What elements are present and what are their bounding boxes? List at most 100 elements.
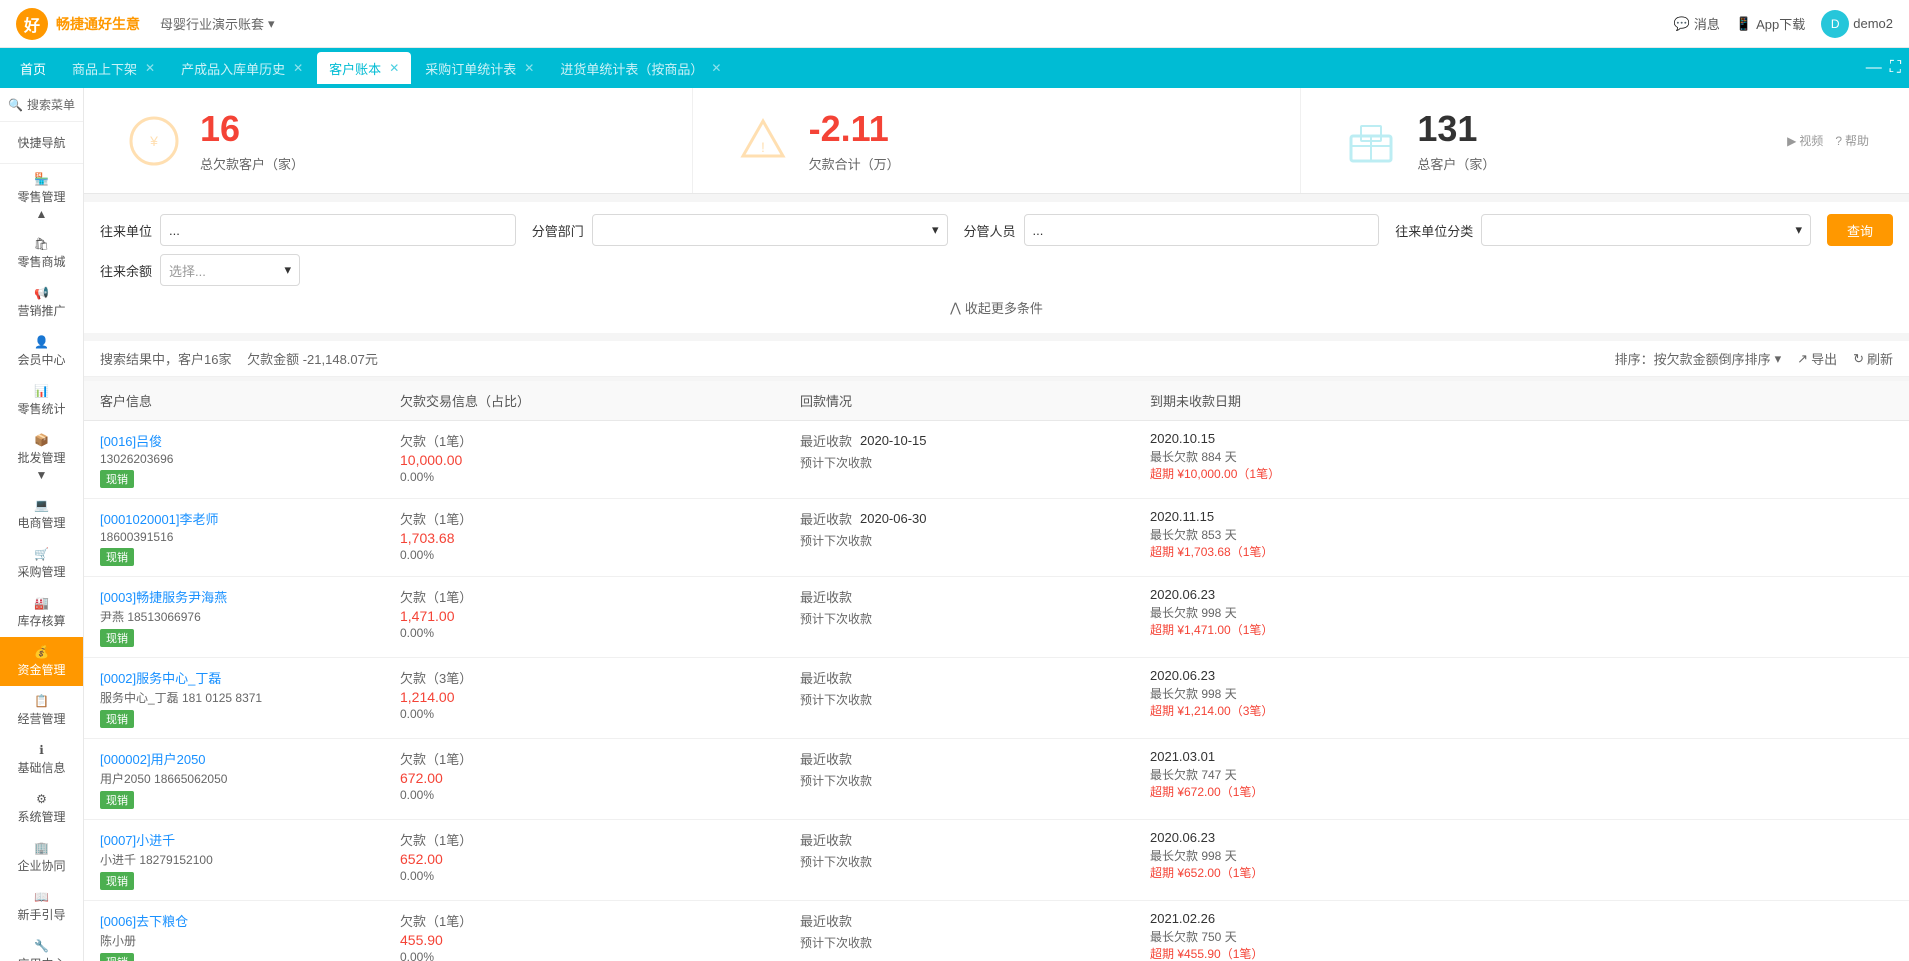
company-name: 母婴行业演示账套: [160, 14, 264, 33]
sidebar-item-quick-nav[interactable]: 快捷导航: [0, 126, 83, 159]
company-selector[interactable]: 母婴行业演示账套 ▾: [152, 10, 283, 37]
help-button[interactable]: ? 帮助: [1835, 132, 1869, 149]
sidebar-item-app-center[interactable]: 🔧 应用中心: [0, 931, 83, 961]
overdue-amount-0[interactable]: 超期 ¥10,000.00（1笔）: [1150, 465, 1893, 482]
sidebar-item-finance[interactable]: 💰 资金管理: [0, 637, 83, 686]
person-input[interactable]: ...: [1024, 214, 1380, 246]
table: 客户信息 欠款交易信息（占比） 回款情况 到期未收款日期 [0016]吕俊 13…: [84, 381, 1909, 961]
customer-cell-1: [0001020001]李老师 18600391516 现销: [100, 509, 400, 566]
table-row: [000002]用户2050 用户2050 18665062050 现销 欠款（…: [84, 739, 1909, 820]
sidebar-item-enterprise[interactable]: 🏢 企业协同: [0, 833, 83, 882]
stat-debt-amount-label: 欠款合计（万）: [809, 154, 900, 173]
wholesale-icon: 📦: [34, 433, 49, 447]
sidebar-item-management[interactable]: 📋 经营管理: [0, 686, 83, 735]
dept-select[interactable]: ▾: [592, 214, 948, 246]
overdue-cell-1: 2020.11.15 最长欠款 853 天 超期 ¥1,703.68（1笔）: [1150, 509, 1893, 560]
overdue-amount-4[interactable]: 超期 ¥672.00（1笔）: [1150, 783, 1893, 800]
overdue-amount-6[interactable]: 超期 ¥455.90（1笔）: [1150, 945, 1893, 961]
user-menu[interactable]: D demo2: [1821, 10, 1893, 38]
overdue-amount-1[interactable]: 超期 ¥1,703.68（1笔）: [1150, 543, 1893, 560]
customer-name-2[interactable]: [0003]畅捷服务尹海燕: [100, 587, 400, 606]
customer-name-6[interactable]: [0006]去下粮仓: [100, 911, 400, 930]
customer-name-4[interactable]: [000002]用户2050: [100, 749, 400, 768]
tab-home[interactable]: 首页: [8, 52, 58, 84]
video-button[interactable]: ▶ 视频: [1787, 132, 1823, 149]
tab-close-icon[interactable]: ✕: [524, 61, 534, 75]
customer-cell-3: [0002]服务中心_丁磊 服务中心_丁磊 181 0125 8371 现销: [100, 668, 400, 728]
table-row: [0003]畅捷服务尹海燕 尹燕 18513066976 现销 欠款（1笔） 1…: [84, 577, 1909, 658]
sidebar-item-retail-mgmt[interactable]: 🏪 零售管理 ▲: [0, 164, 83, 229]
debt-amount-4[interactable]: 672.00: [400, 770, 800, 786]
customer-tag-1: 现销: [100, 548, 134, 566]
overdue-amount-3[interactable]: 超期 ¥1,214.00（3笔）: [1150, 702, 1893, 719]
unit-category-select[interactable]: ▾: [1481, 214, 1811, 246]
collection-cell-0: 最近收款 2020-10-15 预计下次收款: [800, 431, 1150, 471]
debt-amount-1[interactable]: 1,703.68: [400, 530, 800, 546]
tab-product-history[interactable]: 产成品入库单历史 ✕: [169, 52, 315, 84]
debt-cell-6: 欠款（1笔） 455.90 0.00%: [400, 911, 800, 961]
minimize-icon[interactable]: —: [1866, 59, 1882, 77]
finance-icon: 💰: [34, 645, 49, 659]
filter-dept: 分管部门 ▾: [532, 214, 948, 246]
tab-close-icon[interactable]: ✕: [145, 61, 155, 75]
sidebar-item-basic-info[interactable]: ℹ 基础信息: [0, 735, 83, 784]
sort-select[interactable]: 排序：按欠款金额倒序排序 ▾: [1615, 349, 1782, 368]
tab-close-icon[interactable]: ✕: [389, 61, 399, 75]
overdue-amount-5[interactable]: 超期 ¥652.00（1笔）: [1150, 864, 1893, 881]
stat-card-debt-amount: ! -2.11 欠款合计（万）: [693, 88, 1302, 193]
debt-amount-2[interactable]: 1,471.00: [400, 608, 800, 624]
customer-phone-4: 用户2050 18665062050: [100, 770, 400, 787]
tab-customer-account[interactable]: 客户账本 ✕: [317, 52, 411, 84]
debt-amount-5[interactable]: 652.00: [400, 851, 800, 867]
tab-purchase-stats[interactable]: 采购订单统计表 ✕: [413, 52, 546, 84]
customer-name-5[interactable]: [0007]小进千: [100, 830, 400, 849]
table-row: [0016]吕俊 13026203696 现销 欠款（1笔） 10,000.00…: [84, 421, 1909, 499]
sidebar-item-purchase[interactable]: 🛒 采购管理: [0, 539, 83, 588]
maximize-icon[interactable]: ⛶: [1890, 59, 1901, 77]
customer-name-1[interactable]: [0001020001]李老师: [100, 509, 400, 528]
sidebar-item-marketing[interactable]: 📢 营销推广: [0, 278, 83, 327]
debt-amount-6[interactable]: 455.90: [400, 932, 800, 948]
sidebar: 🔍 搜索菜单 快捷导航 🏪 零售管理 ▲ 🛍 零售商城 📢 营销推广 👤 会员中…: [0, 88, 84, 961]
chevron-down-icon: ▾: [1775, 351, 1782, 367]
chevron-icon: ▲: [36, 207, 48, 221]
stat-card-debt-customers: ¥ 16 总欠款客户（家）: [84, 88, 693, 193]
sidebar-item-retail-mall[interactable]: 🛍 零售商城: [0, 229, 83, 278]
person-label: 分管人员: [964, 221, 1016, 240]
tab-close-icon[interactable]: ✕: [293, 61, 303, 75]
sidebar-item-system[interactable]: ⚙ 系统管理: [0, 784, 83, 833]
search-result-text: 搜索结果中，客户16家: [100, 352, 231, 367]
debt-amount-text: 欠款金额 -21,148.07元: [247, 352, 378, 367]
customer-phone-2: 尹燕 18513066976: [100, 608, 400, 625]
collapse-button[interactable]: ⋀ 收起更多条件: [100, 294, 1893, 321]
tab-close-icon[interactable]: ✕: [711, 61, 721, 75]
filter-person: 分管人员 ...: [964, 214, 1380, 246]
tab-purchase-product-stats[interactable]: 进货单统计表（按商品） ✕: [548, 52, 733, 84]
refresh-button[interactable]: ↻ 刷新: [1853, 349, 1893, 368]
search-menu[interactable]: 🔍 搜索菜单: [0, 88, 83, 122]
search-button[interactable]: 查询: [1827, 214, 1893, 246]
sidebar-item-inventory[interactable]: 🏭 库存核算: [0, 588, 83, 637]
sidebar-quick-nav: 快捷导航: [0, 122, 83, 164]
app-download-button[interactable]: 📱 App下载: [1736, 14, 1805, 33]
customer-name-3[interactable]: [0002]服务中心_丁磊: [100, 668, 400, 687]
customer-phone-3: 服务中心_丁磊 181 0125 8371: [100, 689, 400, 706]
stats-icon: 📊: [34, 384, 49, 398]
tab-product-listing[interactable]: 商品上下架 ✕: [60, 52, 167, 84]
debt-cell-4: 欠款（1笔） 672.00 0.00%: [400, 749, 800, 802]
sidebar-item-ecommerce[interactable]: 💻 电商管理: [0, 490, 83, 539]
debt-amount-0[interactable]: 10,000.00: [400, 452, 800, 468]
sidebar-item-retail-stats[interactable]: 📊 零售统计: [0, 376, 83, 425]
from-unit-input[interactable]: ...: [160, 214, 516, 246]
customer-name-0[interactable]: [0016]吕俊: [100, 431, 400, 450]
sidebar-item-wholesale[interactable]: 📦 批发管理 ▼: [0, 425, 83, 490]
overdue-amount-2[interactable]: 超期 ¥1,471.00（1笔）: [1150, 621, 1893, 638]
sidebar-item-member[interactable]: 👤 会员中心: [0, 327, 83, 376]
balance-select[interactable]: 选择... ▾: [160, 254, 300, 286]
debt-amount-3[interactable]: 1,214.00: [400, 689, 800, 705]
from-unit-dots: ...: [169, 223, 180, 238]
message-button[interactable]: 💬 消息: [1674, 14, 1720, 33]
export-button[interactable]: ↗ 导出: [1797, 349, 1837, 368]
sidebar-item-guide[interactable]: 📖 新手引导: [0, 882, 83, 931]
search-icon: 🔍: [8, 98, 23, 112]
